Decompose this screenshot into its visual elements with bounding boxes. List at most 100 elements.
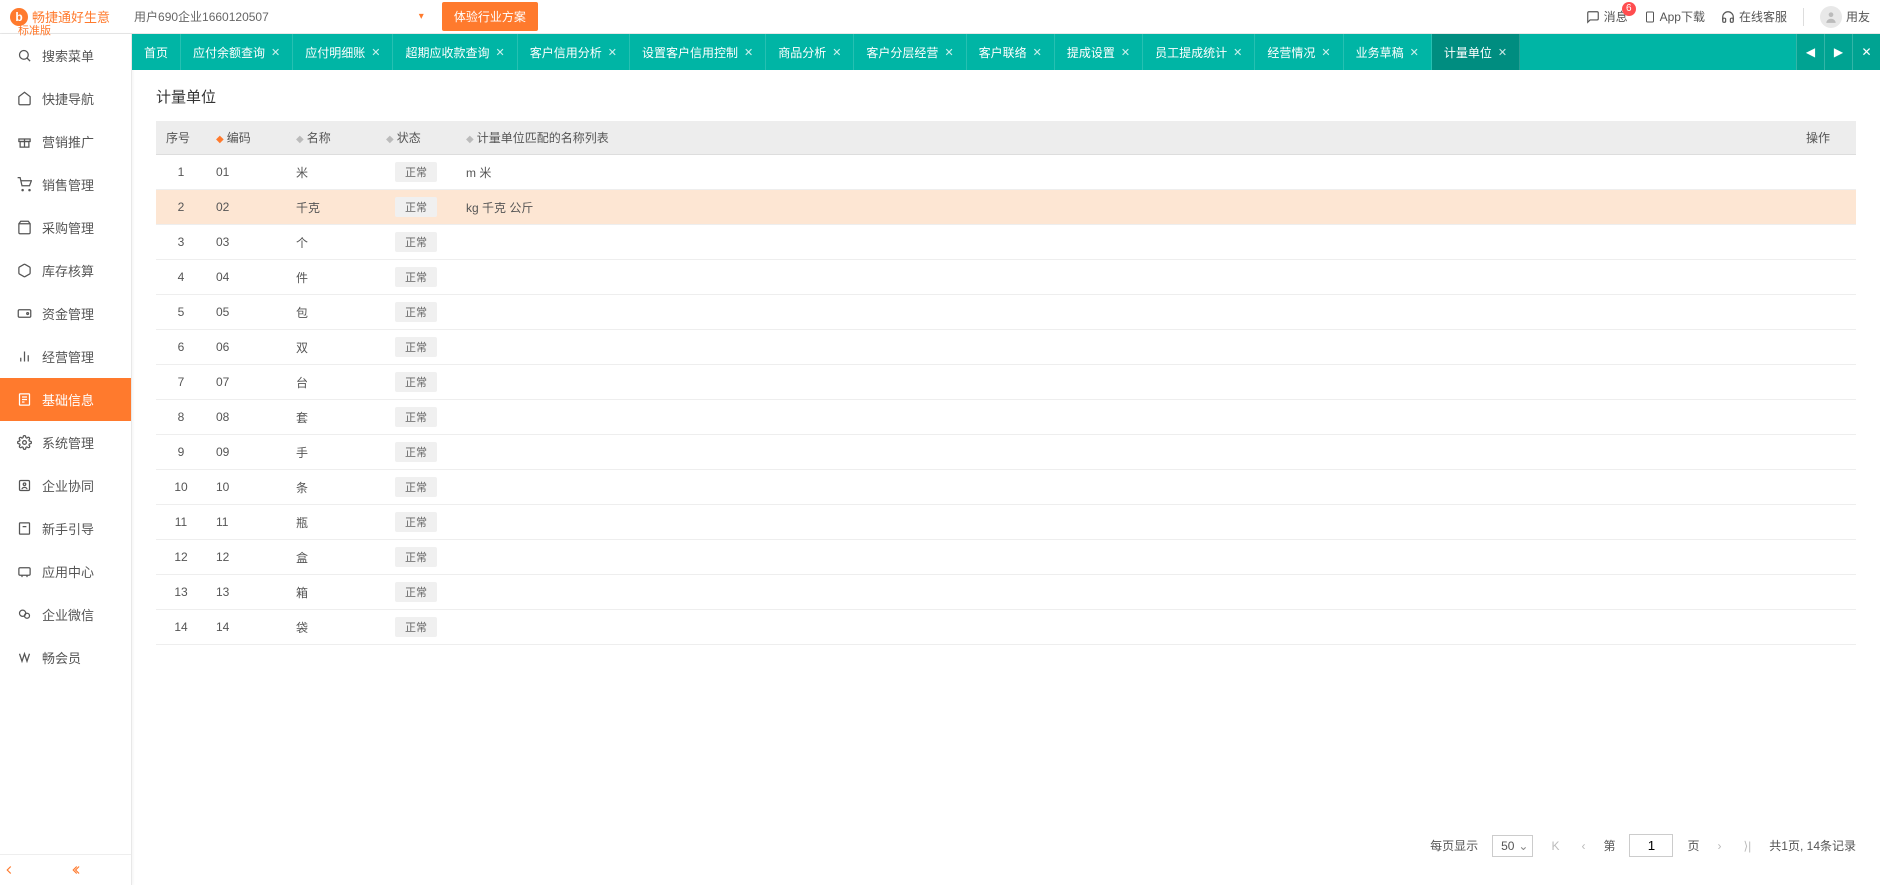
sidebar-footer-left[interactable] xyxy=(0,855,66,885)
table-row[interactable]: 1212盒正常 xyxy=(156,540,1856,575)
tab[interactable]: 客户信用分析✕ xyxy=(518,34,630,70)
table-row[interactable]: 1313箱正常 xyxy=(156,575,1856,610)
cart-icon xyxy=(16,177,32,193)
status-badge: 正常 xyxy=(395,617,437,637)
tab[interactable]: 业务草稿✕ xyxy=(1344,34,1432,70)
sidebar-item-wechat[interactable]: 企业微信 xyxy=(0,593,131,636)
tab[interactable]: 商品分析✕ xyxy=(766,34,854,70)
close-icon[interactable]: ✕ xyxy=(1121,46,1130,59)
cell-match: kg 千克 公斤 xyxy=(456,190,1796,225)
page-first[interactable]: K xyxy=(1547,839,1563,853)
wallet-icon xyxy=(16,306,32,322)
message-button[interactable]: 消息 6 xyxy=(1586,8,1628,25)
sidebar-item-gear[interactable]: 系统管理 xyxy=(0,421,131,464)
page-next[interactable]: › xyxy=(1713,839,1725,853)
table-row[interactable]: 707台正常 xyxy=(156,365,1856,400)
close-icon[interactable]: ✕ xyxy=(832,46,841,59)
close-icon[interactable]: ✕ xyxy=(1033,46,1042,59)
experience-button[interactable]: 体验行业方案 xyxy=(442,2,538,31)
close-icon[interactable]: ✕ xyxy=(271,46,280,59)
close-icon[interactable]: ✕ xyxy=(371,46,380,59)
sidebar-item-search[interactable]: 搜索菜单 xyxy=(0,34,131,77)
tab[interactable]: 经营情况✕ xyxy=(1255,34,1343,70)
cell-match xyxy=(456,435,1796,470)
table-row[interactable]: 303个正常 xyxy=(156,225,1856,260)
sidebar-item-label: 经营管理 xyxy=(42,347,94,366)
table-row[interactable]: 202千克正常kg 千克 公斤 xyxy=(156,190,1856,225)
tab[interactable]: 客户联络✕ xyxy=(967,34,1055,70)
sidebar-item-box[interactable]: 库存核算 xyxy=(0,249,131,292)
page-summary: 共1页, 14条记录 xyxy=(1769,837,1856,854)
cell-seq: 6 xyxy=(156,330,206,365)
col-seq[interactable]: 序号 xyxy=(156,121,206,155)
table-row[interactable]: 1111瓶正常 xyxy=(156,505,1856,540)
sidebar-item-app[interactable]: 应用中心 xyxy=(0,550,131,593)
cell-status: 正常 xyxy=(376,155,456,190)
sidebar-item-vip[interactable]: 畅会员 xyxy=(0,636,131,679)
cell-name: 件 xyxy=(286,260,376,295)
status-badge: 正常 xyxy=(395,267,437,287)
page-input[interactable] xyxy=(1629,834,1673,857)
tabs-close-all[interactable]: ✕ xyxy=(1852,34,1880,70)
close-icon[interactable]: ✕ xyxy=(496,46,505,59)
cell-status: 正常 xyxy=(376,190,456,225)
close-icon[interactable]: ✕ xyxy=(1498,46,1507,59)
table-row[interactable]: 101米正常m 米 xyxy=(156,155,1856,190)
close-icon[interactable]: ✕ xyxy=(608,46,617,59)
sort-icon: ◆ xyxy=(296,134,304,145)
page-last[interactable]: ⟩| xyxy=(1739,839,1755,853)
sidebar-item-home[interactable]: 快捷导航 xyxy=(0,77,131,120)
col-code[interactable]: ◆编码 xyxy=(206,121,286,155)
sidebar-item-team[interactable]: 企业协同 xyxy=(0,464,131,507)
cell-status: 正常 xyxy=(376,540,456,575)
table-row[interactable]: 1010条正常 xyxy=(156,470,1856,505)
close-icon[interactable]: ✕ xyxy=(1233,46,1242,59)
table-row[interactable]: 606双正常 xyxy=(156,330,1856,365)
sidebar-item-wallet[interactable]: 资金管理 xyxy=(0,292,131,335)
sidebar-item-bag[interactable]: 采购管理 xyxy=(0,206,131,249)
download-button[interactable]: App下载 xyxy=(1644,8,1705,25)
table-row[interactable]: 404件正常 xyxy=(156,260,1856,295)
cell-code: 02 xyxy=(206,190,286,225)
table-row[interactable]: 909手正常 xyxy=(156,435,1856,470)
close-icon[interactable]: ✕ xyxy=(944,46,953,59)
content: 计量单位 序号 ◆编码 ◆名称 ◆状态 ◆计量单位匹配的名称列表 操作 101米… xyxy=(132,70,1880,885)
table-row[interactable]: 808套正常 xyxy=(156,400,1856,435)
table-header-row: 序号 ◆编码 ◆名称 ◆状态 ◆计量单位匹配的名称列表 操作 xyxy=(156,121,1856,155)
close-icon[interactable]: ✕ xyxy=(1410,46,1419,59)
sidebar-footer-right[interactable] xyxy=(66,855,132,885)
page-prev[interactable]: ‹ xyxy=(1577,839,1589,853)
col-name[interactable]: ◆名称 xyxy=(286,121,376,155)
sidebar-item-doc[interactable]: 基础信息 xyxy=(0,378,131,421)
sidebar-item-cart[interactable]: 销售管理 xyxy=(0,163,131,206)
tab[interactable]: 首页 xyxy=(132,34,181,70)
cell-code: 07 xyxy=(206,365,286,400)
tab[interactable]: 应付明细账✕ xyxy=(293,34,393,70)
close-icon[interactable]: ✕ xyxy=(1321,46,1330,59)
per-page-select[interactable]: 50 ⌄ xyxy=(1492,835,1533,857)
tab[interactable]: 设置客户信用控制✕ xyxy=(630,34,766,70)
tab[interactable]: 提成设置✕ xyxy=(1055,34,1143,70)
col-status[interactable]: ◆状态 xyxy=(376,121,456,155)
tab[interactable]: 计量单位✕ xyxy=(1432,34,1520,70)
tab[interactable]: 超期应收款查询✕ xyxy=(393,34,517,70)
tabs-next[interactable]: ▶ xyxy=(1824,34,1852,70)
tab[interactable]: 客户分层经营✕ xyxy=(854,34,966,70)
tabs-prev[interactable]: ◀ xyxy=(1796,34,1824,70)
sidebar-item-gift[interactable]: 营销推广 xyxy=(0,120,131,163)
main: 首页应付余额查询✕应付明细账✕超期应收款查询✕客户信用分析✕设置客户信用控制✕商… xyxy=(132,34,1880,885)
service-button[interactable]: 在线客服 xyxy=(1721,8,1787,25)
sidebar-item-label: 基础信息 xyxy=(42,390,94,409)
cell-op xyxy=(1796,435,1856,470)
table-row[interactable]: 505包正常 xyxy=(156,295,1856,330)
col-match[interactable]: ◆计量单位匹配的名称列表 xyxy=(456,121,1796,155)
tab[interactable]: 员工提成统计✕ xyxy=(1143,34,1255,70)
sidebar-item-chart[interactable]: 经营管理 xyxy=(0,335,131,378)
table-row[interactable]: 1414袋正常 xyxy=(156,610,1856,645)
close-icon[interactable]: ✕ xyxy=(744,46,753,59)
user-menu[interactable]: 用友 xyxy=(1820,6,1870,28)
tenant-select[interactable]: 用户690企业1660120507 ▾ xyxy=(134,8,424,25)
sidebar-item-guide[interactable]: 新手引导 xyxy=(0,507,131,550)
tabs: 首页应付余额查询✕应付明细账✕超期应收款查询✕客户信用分析✕设置客户信用控制✕商… xyxy=(132,34,1880,70)
tab[interactable]: 应付余额查询✕ xyxy=(181,34,293,70)
